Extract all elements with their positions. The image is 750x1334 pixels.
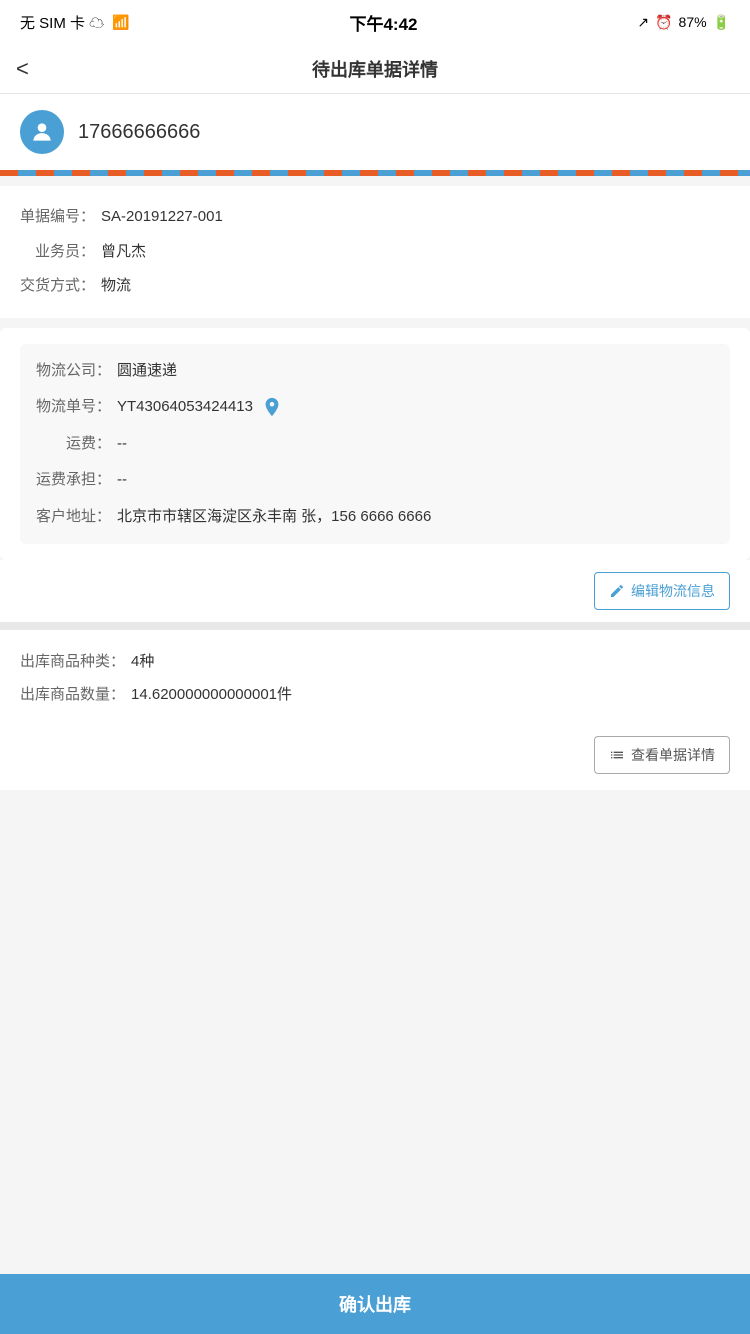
goods-quantity-row: 出库商品数量： 14.620000000000001件 xyxy=(20,683,730,704)
order-no-value: SA-20191227-001 xyxy=(101,206,730,229)
edit-btn-row: 编辑物流信息 xyxy=(0,560,750,622)
freight-bearer-row: 运费承担： -- xyxy=(36,469,714,492)
delivery-value: 物流 xyxy=(101,275,730,298)
status-right: ↗ ⏰ 87% 🔋 xyxy=(637,14,730,31)
battery-level: 87% xyxy=(679,14,707,30)
view-btn-row: 查看单据详情 xyxy=(0,724,750,790)
freight-value: -- xyxy=(117,433,714,456)
status-time: 下午4:42 xyxy=(349,10,417,35)
tracking-row: 物流单号： YT43064053424413 xyxy=(36,396,714,419)
edit-icon xyxy=(609,583,625,599)
list-icon xyxy=(609,747,625,763)
freight-row: 运费： -- xyxy=(36,433,714,456)
confirm-button-label: 确认出库 xyxy=(339,1291,411,1317)
confirm-bar[interactable]: 确认出库 xyxy=(0,1274,750,1334)
battery-icon: 🔋 xyxy=(713,14,730,31)
address-label: 客户地址： xyxy=(36,506,111,529)
order-no-label: 单据编号： xyxy=(20,206,95,229)
goods-types-value: 4种 xyxy=(131,650,154,671)
status-bar: 无 SIM 卡 ☁ 📶 下午4:42 ↗ ⏰ 87% 🔋 xyxy=(0,0,750,44)
dashed-divider xyxy=(0,170,750,176)
main-content: 17666666666 单据编号： SA-20191227-001 业务员： 曾… xyxy=(0,94,750,870)
view-details-label: 查看单据详情 xyxy=(631,745,715,765)
location-icon: ↗ xyxy=(637,14,649,31)
logistics-section: 物流公司： 圆通速递 物流单号： YT43064053424413 运费： --… xyxy=(0,328,750,561)
freight-bearer-label: 运费承担： xyxy=(36,469,111,492)
delivery-row: 交货方式： 物流 xyxy=(20,275,730,298)
page-title: 待出库单据详情 xyxy=(312,56,438,82)
address-row: 客户地址： 北京市市辖区海淀区永丰南 张，156 6666 6666 xyxy=(36,506,714,529)
nav-bar: < 待出库单据详情 xyxy=(0,44,750,94)
user-icon xyxy=(29,119,55,145)
view-details-button[interactable]: 查看单据详情 xyxy=(594,736,730,774)
edit-logistics-button[interactable]: 编辑物流信息 xyxy=(594,572,730,610)
back-icon: < xyxy=(16,56,29,82)
edit-logistics-label: 编辑物流信息 xyxy=(631,581,715,601)
alarm-icon: ⏰ xyxy=(655,14,672,31)
goods-section: 出库商品种类： 4种 出库商品数量： 14.620000000000001件 xyxy=(0,630,750,724)
goods-types-row: 出库商品种类： 4种 xyxy=(20,650,730,671)
avatar xyxy=(20,110,64,154)
goods-types-label: 出库商品种类： xyxy=(20,650,125,671)
wifi-icon: 📶 xyxy=(112,14,129,31)
freight-bearer-value: -- xyxy=(117,469,714,492)
order-info-section: 单据编号： SA-20191227-001 业务员： 曾凡杰 交货方式： 物流 xyxy=(0,186,750,318)
goods-quantity-label: 出库商品数量： xyxy=(20,683,125,704)
staff-value: 曾凡杰 xyxy=(101,241,730,264)
logistics-inner: 物流公司： 圆通速递 物流单号： YT43064053424413 运费： --… xyxy=(20,344,730,545)
goods-quantity-value: 14.620000000000001件 xyxy=(131,683,292,704)
delivery-label: 交货方式： xyxy=(20,275,95,298)
company-label: 物流公司： xyxy=(36,360,111,383)
address-value: 北京市市辖区海淀区永丰南 张，156 6666 6666 xyxy=(117,506,714,529)
company-row: 物流公司： 圆通速递 xyxy=(36,360,714,383)
tracking-value: YT43064053424413 xyxy=(117,396,714,419)
sim-label: 无 SIM 卡 ☁ xyxy=(20,12,104,33)
order-no-row: 单据编号： SA-20191227-001 xyxy=(20,206,730,229)
section-divider xyxy=(0,622,750,630)
staff-row: 业务员： 曾凡杰 xyxy=(20,241,730,264)
back-button[interactable]: < xyxy=(16,56,29,82)
staff-label: 业务员： xyxy=(20,241,95,264)
freight-label: 运费： xyxy=(36,433,111,456)
tracking-location-icon[interactable] xyxy=(261,396,283,418)
company-value: 圆通速递 xyxy=(117,360,714,383)
user-section: 17666666666 xyxy=(0,94,750,170)
user-phone: 17666666666 xyxy=(78,121,200,144)
status-left: 无 SIM 卡 ☁ 📶 xyxy=(20,12,130,33)
tracking-label: 物流单号： xyxy=(36,396,111,419)
